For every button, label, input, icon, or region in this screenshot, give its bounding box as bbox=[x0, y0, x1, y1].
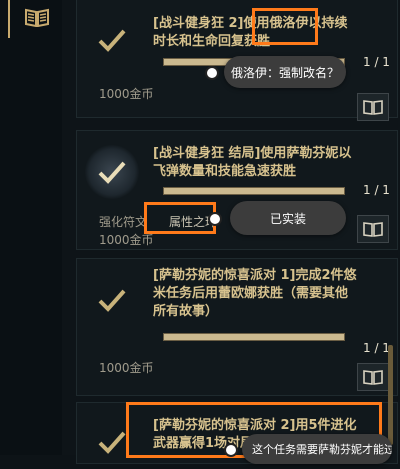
mission-title: [萨勒芬妮的惊喜派对 1]完成2件悠米任务后用蕾欧娜获胜（需要其他所有故事） bbox=[153, 268, 357, 319]
book-icon bbox=[25, 8, 49, 27]
mission-lore-button[interactable] bbox=[357, 215, 389, 243]
reward-label: 强化符文 bbox=[99, 215, 148, 229]
sidebar-tab-collection[interactable] bbox=[8, 0, 64, 38]
mission-progress-fill bbox=[164, 188, 344, 194]
highlight-box-2 bbox=[144, 202, 216, 234]
completed-check bbox=[85, 273, 139, 327]
book-icon bbox=[363, 370, 383, 385]
checkmark-icon bbox=[98, 289, 126, 312]
sidebar bbox=[0, 0, 63, 455]
checkmark-icon bbox=[98, 29, 126, 52]
mission-count: 1 / 1 bbox=[363, 183, 390, 197]
mission-count: 1 / 1 bbox=[363, 341, 390, 355]
highlight-box-1 bbox=[252, 8, 318, 45]
book-icon bbox=[363, 100, 383, 115]
scrollbar[interactable] bbox=[388, 0, 394, 455]
checkmark-icon bbox=[98, 431, 126, 454]
checkmark-icon bbox=[98, 161, 126, 184]
scrollbar-thumb[interactable] bbox=[388, 345, 393, 445]
mission-lore-button[interactable] bbox=[357, 93, 389, 121]
tooltip-anchor-1 bbox=[205, 66, 219, 80]
completed-check bbox=[85, 13, 139, 67]
mission-reward: 1000金币 bbox=[99, 87, 154, 101]
tooltip-1: 俄洛伊：强制改名？ bbox=[224, 56, 346, 88]
mission-progress-bar bbox=[163, 187, 345, 195]
mission-lore-button[interactable] bbox=[357, 363, 389, 391]
book-icon bbox=[363, 222, 383, 237]
mission-count: 1 / 1 bbox=[363, 55, 390, 69]
tooltip-anchor-2 bbox=[208, 212, 222, 226]
mission-progress-bar bbox=[163, 333, 345, 341]
mission-progress-fill bbox=[164, 334, 344, 340]
tooltip-3: 这个任务需要萨勒芬妮才能过 bbox=[242, 434, 392, 464]
mission-card-3: [萨勒芬妮的惊喜派对 1]完成2件悠米任务后用蕾欧娜获胜（需要其他所有故事） 1… bbox=[76, 258, 398, 396]
mission-reward: 1000金币 bbox=[99, 361, 154, 375]
mission-title: [战斗健身狂 结局]使用萨勒芬妮以飞弹数量和技能急速获胜 bbox=[153, 146, 352, 179]
completed-check bbox=[85, 145, 139, 199]
tooltip-2: 已实装 bbox=[230, 201, 346, 235]
